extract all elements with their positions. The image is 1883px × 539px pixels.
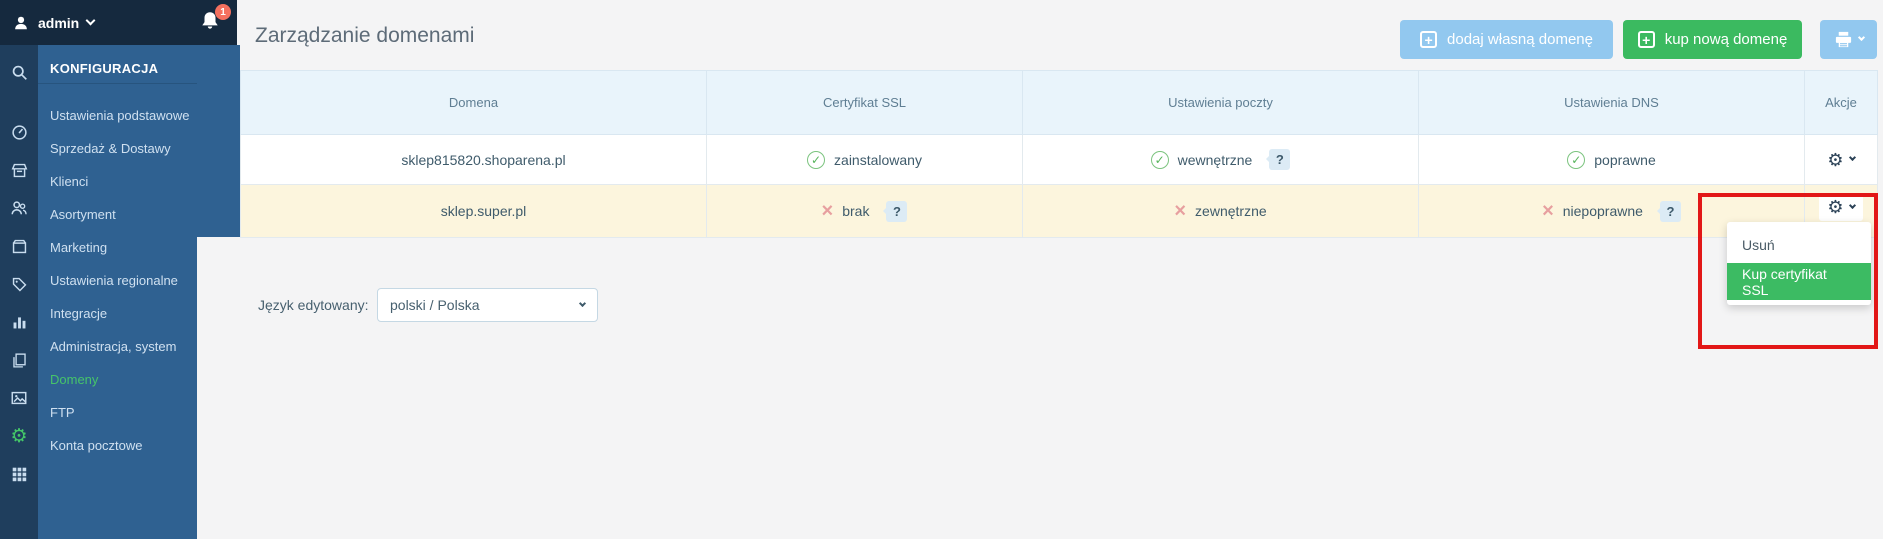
mail-status-cell: × zewnętrzne	[1022, 184, 1419, 238]
check-circle-icon: ✓	[807, 150, 826, 169]
chevron-down-icon	[1857, 33, 1865, 42]
price-tag-icon[interactable]	[0, 265, 38, 303]
icon-rail: ⚙	[0, 45, 38, 539]
add-own-domain-button[interactable]: + dodaj własną domenę	[1400, 20, 1613, 59]
sidebar-item-asortyment[interactable]: Asortyment	[38, 198, 197, 231]
row-actions-button[interactable]: ⚙	[1827, 149, 1856, 170]
cross-icon: ×	[1174, 200, 1187, 222]
user-icon	[12, 14, 30, 32]
topbar: admin 1	[0, 0, 237, 45]
column-header-ustawienia-dns: Ustawienia DNS	[1418, 70, 1805, 135]
sidebar-item-administracja-system[interactable]: Administracja, system	[38, 330, 197, 363]
chevron-down-icon	[578, 299, 587, 307]
sidebar-item-domeny[interactable]: Domeny	[38, 363, 197, 396]
ssl-status-cell: × brak ?	[706, 184, 1023, 238]
sidebar-item-sprzedaz-dostawy[interactable]: Sprzedaż & Dostawy	[38, 132, 197, 165]
ssl-status-label: zainstalowany	[834, 151, 922, 168]
ssl-status-cell: ✓ zainstalowany	[706, 134, 1023, 185]
dns-status-cell: ✓ poprawne	[1418, 134, 1805, 185]
table-row-highlighted: sklep.super.pl × brak ? × zewnętrzne × n…	[240, 184, 1878, 238]
mail-status-cell: ✓ wewnętrzne ?	[1022, 134, 1419, 185]
store-icon[interactable]	[0, 151, 38, 189]
statistics-icon[interactable]	[0, 303, 38, 341]
sidebar-extension-panel	[197, 45, 240, 237]
buy-new-domain-label: kup nową domenę	[1664, 31, 1788, 48]
plus-square-icon: +	[1637, 31, 1655, 48]
cross-icon: ×	[1542, 200, 1554, 222]
documents-icon[interactable]	[0, 341, 38, 379]
column-header-akcje: Akcje	[1804, 70, 1878, 135]
column-header-domena: Domena	[240, 70, 707, 135]
add-own-domain-label: dodaj własną domenę	[1447, 31, 1593, 48]
sidebar-item-ustawienia-regionalne[interactable]: Ustawienia regionalne	[38, 264, 197, 297]
sidebar-menu: KONFIGURACJA Ustawienia podstawowe Sprze…	[38, 45, 197, 539]
products-icon[interactable]	[0, 227, 38, 265]
sidebar-item-ustawienia-podstawowe[interactable]: Ustawienia podstawowe	[38, 99, 197, 132]
actions-cell: ⚙	[1804, 134, 1878, 185]
print-menu-button[interactable]	[1820, 20, 1877, 59]
page-title: Zarządzanie domenami	[255, 24, 475, 47]
chevron-down-icon	[1848, 153, 1856, 162]
sidebar-item-konta-pocztowe[interactable]: Konta pocztowe	[38, 429, 197, 462]
dashboard-icon[interactable]	[0, 113, 38, 151]
sidebar-items: Ustawienia podstawowe Sprzedaż & Dostawy…	[38, 84, 197, 462]
customers-icon[interactable]	[0, 189, 38, 227]
help-icon[interactable]: ?	[1266, 149, 1291, 170]
chevron-down-icon	[1848, 201, 1856, 209]
table-header-row: Domena Certyfikat SSL Ustawienia poczty …	[240, 70, 1878, 135]
search-icon[interactable]	[0, 53, 38, 91]
notification-badge: 1	[215, 4, 231, 20]
help-icon[interactable]: ?	[883, 200, 908, 222]
dropdown-item-usun[interactable]: Usuń	[1727, 226, 1871, 263]
mail-status-label: zewnętrzne	[1195, 203, 1267, 219]
chevron-down-icon	[85, 15, 96, 26]
column-header-certyfikat-ssl: Certyfikat SSL	[706, 70, 1023, 135]
printer-icon	[1834, 30, 1853, 49]
gear-icon: ⚙	[1827, 197, 1844, 217]
language-selected-value: polski / Polska	[390, 297, 480, 313]
cross-icon: ×	[821, 200, 834, 222]
dropdown-item-kup-certyfikat-ssl[interactable]: Kup certyfikat SSL	[1727, 263, 1871, 300]
check-circle-icon: ✓	[1150, 150, 1169, 169]
ssl-status-label: brak	[842, 203, 870, 219]
notifications-button[interactable]: 1	[199, 4, 231, 40]
sidebar-item-marketing[interactable]: Marketing	[38, 231, 197, 264]
dns-status-label: poprawne	[1594, 151, 1656, 168]
media-icon[interactable]	[0, 379, 38, 417]
sidebar-item-klienci[interactable]: Klienci	[38, 165, 197, 198]
language-select[interactable]: polski / Polska	[377, 288, 598, 322]
user-name: admin	[38, 14, 80, 31]
sidebar-item-integracje[interactable]: Integracje	[38, 297, 197, 330]
actions-dropdown: Usuń Kup certyfikat SSL	[1727, 222, 1871, 305]
domain-cell: sklep.super.pl	[240, 184, 707, 238]
domain-cell: sklep815820.shoparena.pl	[240, 134, 707, 185]
column-header-ustawienia-poczty: Ustawienia poczty	[1022, 70, 1419, 135]
domains-table: Domena Certyfikat SSL Ustawienia poczty …	[240, 70, 1878, 238]
language-label: Język edytowany:	[258, 297, 369, 313]
buy-new-domain-button[interactable]: + kup nową domenę	[1623, 20, 1802, 59]
row-actions-button-open[interactable]: ⚙	[1819, 193, 1863, 221]
plus-square-icon: +	[1420, 31, 1438, 48]
check-circle-icon: ✓	[1567, 150, 1586, 169]
mail-status-label: wewnętrzne	[1177, 151, 1253, 168]
dns-status-label: niepoprawne	[1562, 203, 1643, 219]
settings-gear-icon[interactable]: ⚙	[0, 417, 38, 455]
table-row: sklep815820.shoparena.pl ✓ zainstalowany…	[240, 134, 1878, 185]
apps-grid-icon[interactable]	[0, 455, 38, 493]
user-menu[interactable]: admin	[0, 14, 96, 32]
help-icon[interactable]: ?	[1656, 200, 1681, 222]
sidebar-item-ftp[interactable]: FTP	[38, 396, 197, 429]
sidebar-section-title: KONFIGURACJA	[38, 45, 197, 84]
gear-icon: ⚙	[1827, 149, 1844, 170]
